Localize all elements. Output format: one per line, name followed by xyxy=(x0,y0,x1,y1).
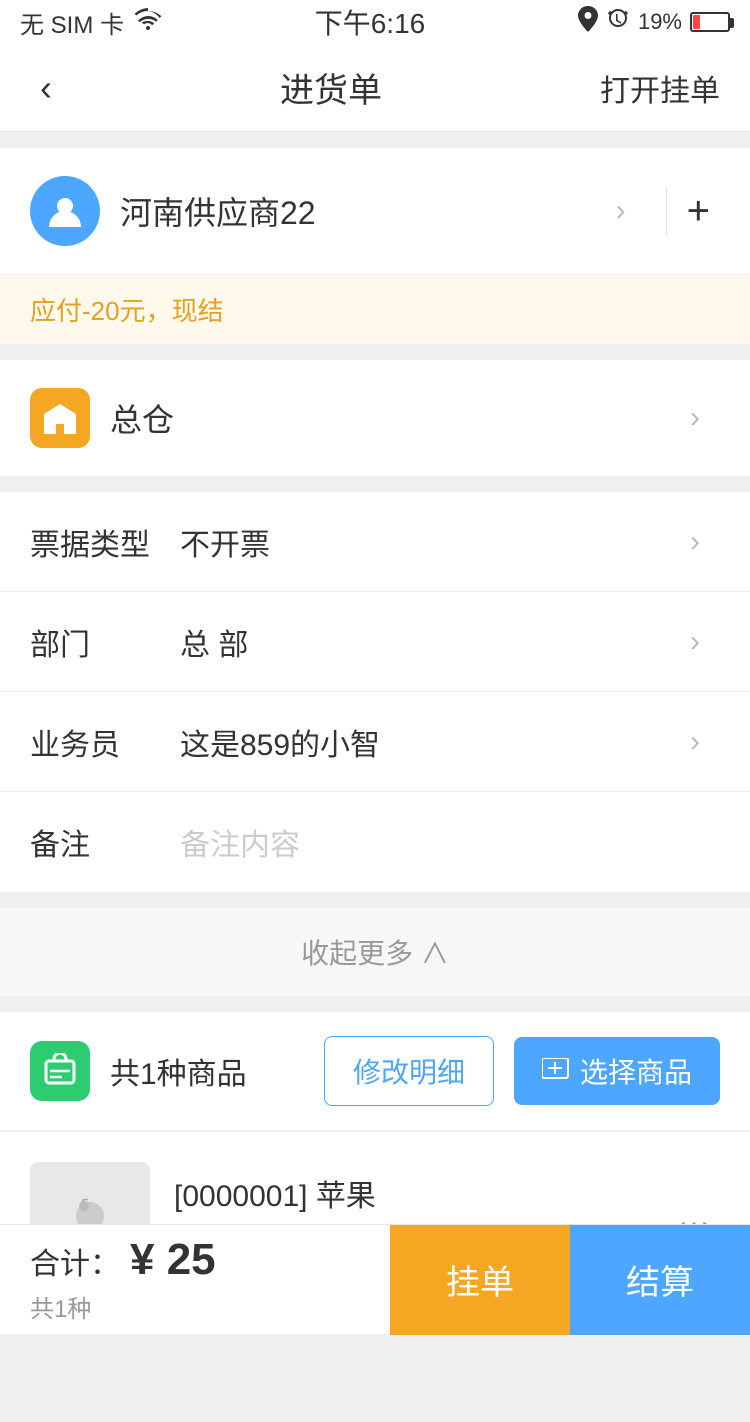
status-time: 下午6:16 xyxy=(315,2,426,42)
page-title: 进货单 xyxy=(280,63,382,112)
battery-percent: 19% xyxy=(638,9,682,35)
total-main: 合计： ¥ 25 xyxy=(30,1235,360,1285)
warehouse-row[interactable]: 总仓 › xyxy=(0,360,750,476)
nav-bar: ‹ 进货单 打开挂单 xyxy=(0,44,750,132)
select-product-button[interactable]: 选择商品 xyxy=(514,1037,720,1105)
supplier-section: 河南供应商22 › + 应付-20元，现结 xyxy=(0,148,750,344)
invoice-chevron-icon: › xyxy=(690,525,700,559)
staff-row[interactable]: 业务员 这是859的小智 › xyxy=(0,692,750,792)
staff-value: 这是859的小智 xyxy=(170,720,690,764)
bottom-bar: 合计： ¥ 25 共1种 挂单 结算 xyxy=(0,1224,750,1334)
remark-input[interactable]: 备注内容 xyxy=(170,820,720,864)
dept-label: 部门 xyxy=(30,620,170,664)
form-section: 票据类型 不开票 › 部门 总 部 › 业务员 这是859的小智 › 备注 备注… xyxy=(0,492,750,892)
supplier-name: 河南供应商22 xyxy=(120,188,616,234)
status-right: 19% xyxy=(578,6,730,38)
total-area: 合计： ¥ 25 共1种 xyxy=(0,1235,390,1324)
product-title: 苹果 xyxy=(316,1180,376,1213)
battery-icon xyxy=(690,12,730,32)
wifi-icon xyxy=(134,8,162,37)
remark-label: 备注 xyxy=(30,820,170,864)
dept-value: 总 部 xyxy=(170,620,690,664)
staff-chevron-icon: › xyxy=(690,725,700,759)
warehouse-name: 总仓 xyxy=(110,395,690,441)
select-product-label: 选择商品 xyxy=(580,1051,692,1091)
alarm-icon xyxy=(606,7,630,37)
invoice-row[interactable]: 票据类型 不开票 › xyxy=(0,492,750,592)
invoice-label: 票据类型 xyxy=(30,520,170,564)
dept-row[interactable]: 部门 总 部 › xyxy=(0,592,750,692)
dept-chevron-icon: › xyxy=(690,625,700,659)
add-supplier-button[interactable]: + xyxy=(677,189,720,234)
collapse-bar[interactable]: 收起更多 ∧ xyxy=(0,908,750,996)
open-hang-button[interactable]: 打开挂单 xyxy=(600,66,720,110)
total-sub: 共1种 xyxy=(30,1289,360,1324)
staff-label: 业务员 xyxy=(30,720,170,764)
total-label: 合计： xyxy=(30,1239,120,1283)
remark-row[interactable]: 备注 备注内容 xyxy=(0,792,750,892)
supplier-row[interactable]: 河南供应商22 › + xyxy=(0,148,750,275)
warehouse-chevron-icon: › xyxy=(690,401,700,435)
supplier-notice: 应付-20元，现结 xyxy=(0,275,750,344)
location-icon xyxy=(578,6,598,38)
hang-button[interactable]: 挂单 xyxy=(390,1225,570,1335)
edit-detail-button[interactable]: 修改明细 xyxy=(324,1036,494,1106)
carrier-label: 无 SIM 卡 xyxy=(20,5,124,40)
invoice-value: 不开票 xyxy=(170,520,690,564)
products-icon xyxy=(30,1041,90,1101)
divider xyxy=(666,186,667,236)
product-code: [0000001] xyxy=(174,1180,307,1213)
back-button[interactable]: ‹ xyxy=(30,57,62,119)
product-name: [0000001] 苹果 xyxy=(174,1171,644,1215)
supplier-chevron-icon: › xyxy=(616,194,626,228)
status-bar: 无 SIM 卡 下午6:16 19% xyxy=(0,0,750,44)
warehouse-icon xyxy=(30,388,90,448)
products-header: 共1种商品 修改明细 选择商品 xyxy=(0,1012,750,1130)
products-count: 共1种商品 xyxy=(110,1049,304,1093)
total-amount: ¥ 25 xyxy=(130,1235,216,1285)
supplier-avatar xyxy=(30,176,100,246)
status-left: 无 SIM 卡 xyxy=(20,5,162,40)
checkout-button[interactable]: 结算 xyxy=(570,1225,750,1335)
